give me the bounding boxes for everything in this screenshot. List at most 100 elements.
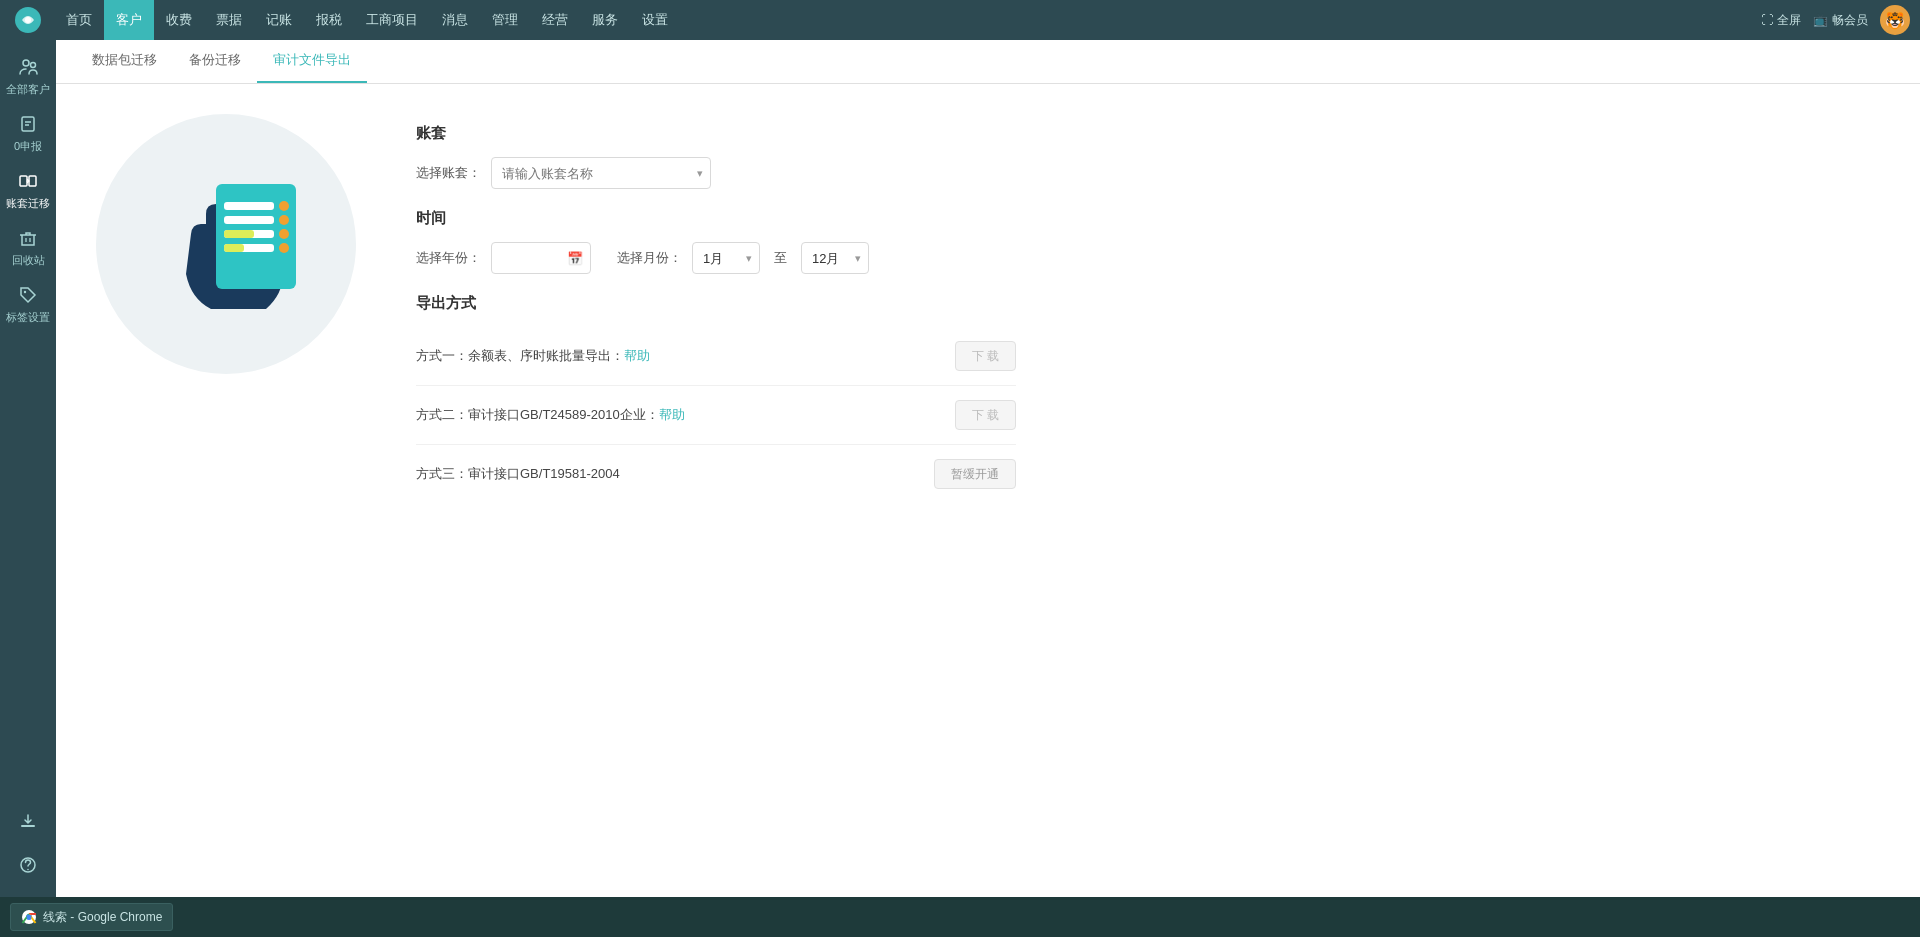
recycle-icon — [17, 227, 39, 249]
nav-right: ⛶ 全屏 📺 畅会员 🐯 — [1761, 5, 1910, 35]
export-method-3-row: 方式三：审计接口GB/T19581-2004 暂缓开通 — [416, 445, 1016, 503]
sidebar-label-declaration: 0申报 — [14, 139, 42, 154]
account-select-row: 选择账套： ▾ — [416, 157, 1016, 189]
svg-point-23 — [279, 229, 289, 239]
nav-accounting[interactable]: 记账 — [254, 0, 304, 40]
sidebar-label-customers: 全部客户 — [6, 82, 50, 97]
nav-settings[interactable]: 设置 — [630, 0, 680, 40]
tab-data-migration[interactable]: 数据包迁移 — [76, 40, 173, 83]
svg-rect-4 — [22, 117, 34, 131]
account-section-title: 账套 — [416, 124, 1016, 143]
export-method-2-help[interactable]: 帮助 — [659, 407, 685, 422]
top-navigation: 首页 客户 收费 票据 记账 报税 工商项目 消息 管理 经营 服务 设置 ⛶ … — [0, 0, 1920, 40]
tab-audit-export[interactable]: 审计文件导出 — [257, 40, 367, 83]
users-icon — [17, 56, 39, 78]
sidebar-label-migrate: 账套迁移 — [6, 196, 50, 211]
svg-rect-8 — [29, 176, 36, 186]
nav-fee[interactable]: 收费 — [154, 0, 204, 40]
time-section-title: 时间 — [416, 209, 1016, 228]
svg-rect-25 — [224, 230, 254, 238]
svg-point-15 — [27, 869, 29, 871]
export-method-2-row: 方式二：审计接口GB/T24589-2010企业：帮助 下 载 — [416, 386, 1016, 445]
export-section: 导出方式 方式一：余额表、序时账批量导出：帮助 下 载 方式二：审计接口GB/T… — [416, 294, 1016, 503]
svg-point-24 — [279, 243, 289, 253]
svg-point-21 — [279, 201, 289, 211]
sidebar-label-tags: 标签设置 — [6, 310, 50, 325]
year-input-wrap: 2023 📅 — [491, 242, 591, 274]
illustration — [96, 114, 356, 374]
nav-operation[interactable]: 经营 — [530, 0, 580, 40]
sidebar-download-icon[interactable] — [8, 801, 48, 841]
sidebar-item-all-customers[interactable]: 全部客户 — [0, 48, 56, 105]
svg-point-29 — [27, 915, 32, 920]
svg-point-1 — [25, 17, 31, 23]
export-method-1-btn[interactable]: 下 载 — [955, 341, 1016, 371]
user-avatar[interactable]: 🐯 — [1880, 5, 1910, 35]
export-method-3-btn[interactable]: 暂缓开通 — [934, 459, 1016, 489]
svg-rect-17 — [224, 202, 274, 210]
nav-items: 首页 客户 收费 票据 记账 报税 工商项目 消息 管理 经营 服务 设置 — [54, 0, 1761, 40]
vip-label: 畅会员 — [1832, 12, 1868, 29]
taskbar: 线索 - Google Chrome — [0, 897, 1920, 937]
time-select-row: 选择年份： 2023 📅 选择月份： 1月2月3月4月 5月6月7月8月 9月1… — [416, 242, 1016, 274]
svg-point-3 — [31, 63, 36, 68]
export-method-2-btn[interactable]: 下 载 — [955, 400, 1016, 430]
nav-message[interactable]: 消息 — [430, 0, 480, 40]
nav-invoice[interactable]: 票据 — [204, 0, 254, 40]
sidebar-item-recycle[interactable]: 回收站 — [0, 219, 56, 276]
month-start-select[interactable]: 1月2月3月4月 5月6月7月8月 9月10月11月12月 — [692, 242, 760, 274]
month-end-select[interactable]: 1月2月3月4月 5月6月7月8月 9月10月11月12月 — [801, 242, 869, 274]
nav-tax[interactable]: 报税 — [304, 0, 354, 40]
svg-rect-7 — [20, 176, 27, 186]
taskbar-chrome[interactable]: 线索 - Google Chrome — [10, 903, 173, 931]
year-select-label: 选择年份： — [416, 249, 481, 267]
export-method-1-row: 方式一：余额表、序时账批量导出：帮助 下 载 — [416, 327, 1016, 386]
to-label: 至 — [770, 249, 791, 267]
app-logo — [10, 2, 46, 38]
month-start-wrap: 1月2月3月4月 5月6月7月8月 9月10月11月12月 ▾ — [692, 242, 760, 274]
migrate-icon — [17, 170, 39, 192]
sidebar-item-tags[interactable]: 标签设置 — [0, 276, 56, 333]
taskbar-chrome-label: 线索 - Google Chrome — [43, 909, 162, 926]
page-content: 账套 选择账套： ▾ 时间 选择年份： 2023 — [56, 84, 1920, 897]
sidebar-help-icon[interactable] — [8, 845, 48, 885]
month-end-wrap: 1月2月3月4月 5月6月7月8月 9月10月11月12月 ▾ — [801, 242, 869, 274]
export-method-1-help[interactable]: 帮助 — [624, 348, 650, 363]
sidebar-item-migrate[interactable]: 账套迁移 — [0, 162, 56, 219]
export-method-1-label: 方式一：余额表、序时账批量导出：帮助 — [416, 347, 650, 365]
form-section: 账套 选择账套： ▾ 时间 选择年份： 2023 — [96, 114, 1880, 503]
content-area: 数据包迁移 备份迁移 审计文件导出 — [56, 40, 1920, 897]
svg-rect-13 — [21, 825, 35, 827]
sidebar: 全部客户 0申报 账套迁移 — [0, 40, 56, 897]
fullscreen-label: 全屏 — [1777, 12, 1801, 29]
declaration-icon — [17, 113, 39, 135]
account-select-label: 选择账套： — [416, 164, 481, 182]
nav-customer[interactable]: 客户 — [104, 0, 154, 40]
tag-icon — [17, 284, 39, 306]
main-layout: 全部客户 0申报 账套迁移 — [0, 40, 1920, 897]
fullscreen-icon: ⛶ — [1761, 13, 1773, 27]
svg-rect-26 — [224, 244, 244, 252]
tab-bar: 数据包迁移 备份迁移 审计文件导出 — [56, 40, 1920, 84]
export-method-2-label: 方式二：审计接口GB/T24589-2010企业：帮助 — [416, 406, 685, 424]
nav-manage[interactable]: 管理 — [480, 0, 530, 40]
fullscreen-button[interactable]: ⛶ 全屏 — [1761, 12, 1801, 29]
month-select-label: 选择月份： — [617, 249, 682, 267]
account-select-input[interactable] — [491, 157, 711, 189]
nav-service[interactable]: 服务 — [580, 0, 630, 40]
sidebar-item-declaration[interactable]: 0申报 — [0, 105, 56, 162]
sidebar-bottom — [8, 801, 48, 897]
year-input[interactable]: 2023 — [491, 242, 591, 274]
chrome-icon — [21, 909, 37, 925]
export-method-3-label: 方式三：审计接口GB/T19581-2004 — [416, 465, 620, 483]
svg-point-22 — [279, 215, 289, 225]
nav-home[interactable]: 首页 — [54, 0, 104, 40]
nav-business[interactable]: 工商项目 — [354, 0, 430, 40]
vip-button[interactable]: 📺 畅会员 — [1813, 12, 1868, 29]
svg-point-12 — [24, 291, 26, 293]
sidebar-label-recycle: 回收站 — [12, 253, 45, 268]
svg-rect-18 — [224, 216, 274, 224]
tab-backup-migration[interactable]: 备份迁移 — [173, 40, 257, 83]
svg-point-2 — [23, 60, 29, 66]
export-section-title: 导出方式 — [416, 294, 1016, 313]
